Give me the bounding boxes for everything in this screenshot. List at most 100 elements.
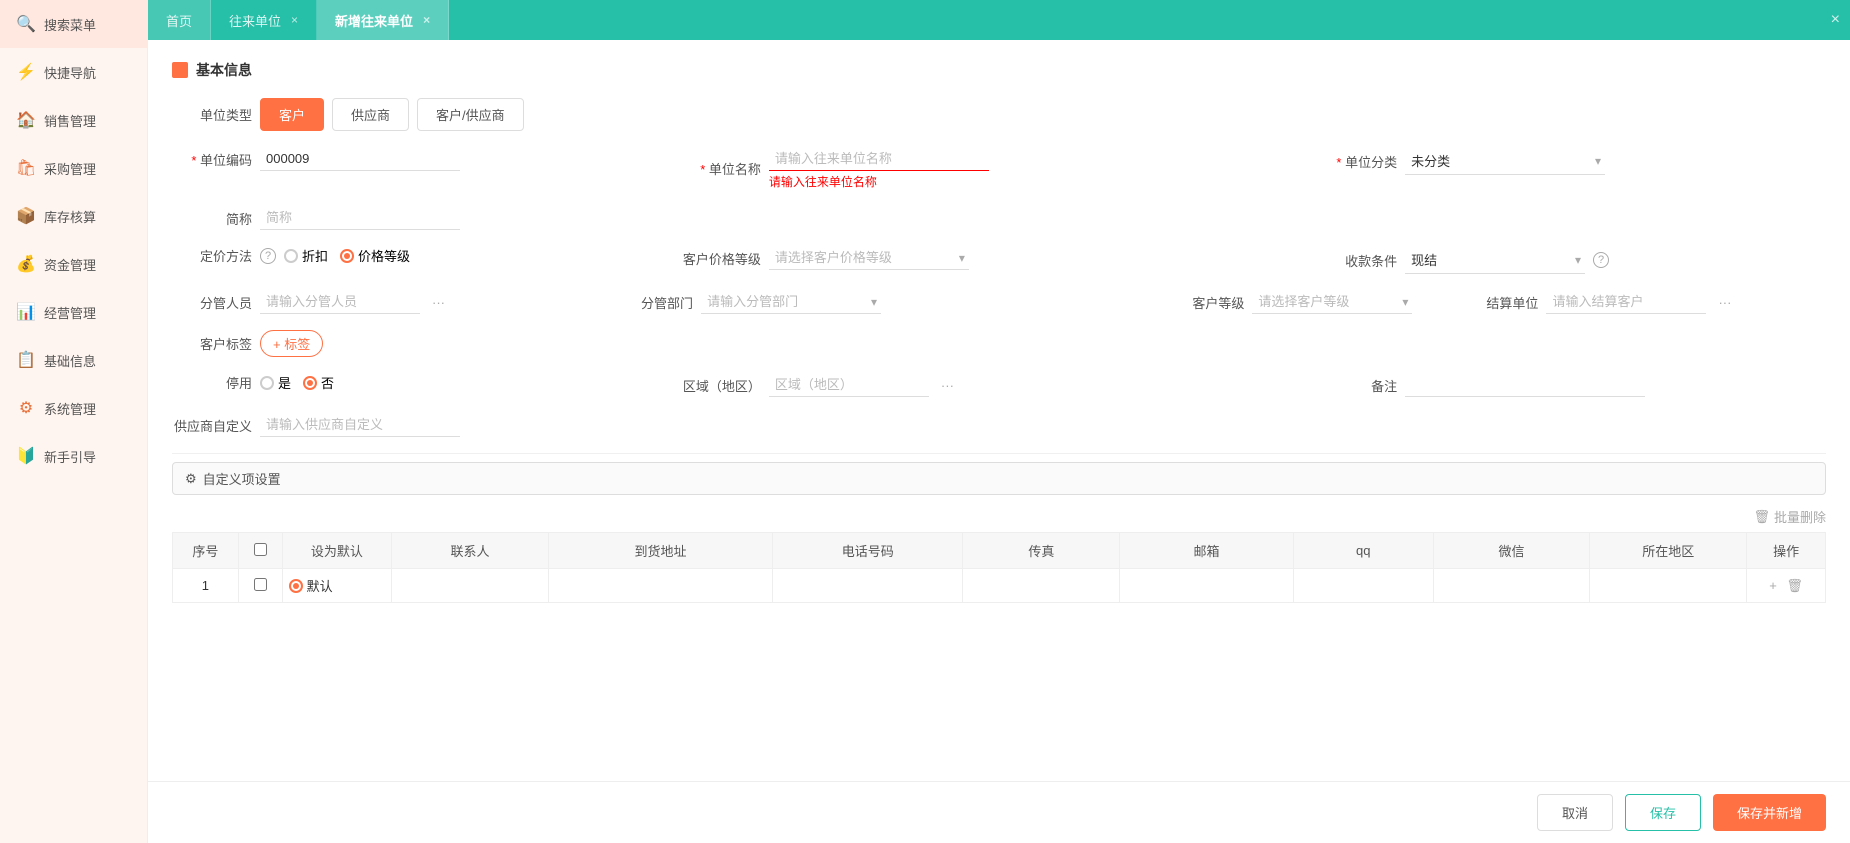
pricing-level-radio[interactable]: 价格等级 (340, 246, 410, 265)
contact-input[interactable] (430, 578, 510, 593)
payment-terms-label: 收款条件 (1317, 251, 1397, 270)
unit-category-chevron: ▾ (1595, 154, 1605, 168)
payment-terms-help-icon[interactable]: ? (1593, 252, 1609, 268)
sidebar-item-purchase[interactable]: 🛍 采购管理 (0, 144, 147, 192)
add-row-btn[interactable]: + (1769, 578, 1777, 593)
pricing-help-icon[interactable]: ? (260, 248, 276, 264)
qq-input[interactable] (1328, 578, 1398, 593)
sidebar-item-label: 新手引导 (44, 447, 96, 466)
region-more-btn[interactable]: ··· (937, 378, 958, 393)
tabbar: 首页 往来单位 × 新增往来单位 × × (148, 0, 1850, 40)
unit-name-field: 单位名称 请输入往来单位名称 (681, 147, 1317, 190)
region-label: 区域（地区） (681, 376, 761, 395)
custom-settings-label: 自定义项设置 (203, 469, 281, 488)
table-header-row: 序号 设为默认 联系人 到货地址 电话号码 传真 邮箱 qq 微信 所在地区 操… (173, 533, 1826, 569)
sidebar-item-label: 资金管理 (44, 255, 96, 274)
delete-row-btn[interactable]: 🗑 (1786, 578, 1803, 593)
phone-input[interactable] (818, 578, 918, 593)
cell-contact (392, 569, 549, 603)
custom-settings-btn[interactable]: ⚙ 自定义项设置 (172, 462, 1826, 495)
table-head: 序号 设为默认 联系人 到货地址 电话号码 传真 邮箱 qq 微信 所在地区 操… (173, 533, 1826, 569)
add-tag-btn[interactable]: + 标签 (260, 330, 323, 357)
sidebar-item-label: 搜索菜单 (44, 15, 96, 34)
payment-terms-select[interactable]: 现结 ▾ (1405, 246, 1585, 274)
disabled-no-radio[interactable]: 否 (303, 373, 334, 392)
tab-add-partner[interactable]: 新增往来单位 × (317, 0, 449, 40)
department-select[interactable]: ▾ (701, 290, 881, 314)
custom-settings-icon: ⚙ (185, 471, 197, 487)
col-address: 到货地址 (548, 533, 772, 569)
address-input[interactable] (600, 578, 720, 593)
sidebar-item-basic-info[interactable]: 📋 基础信息 (0, 336, 147, 384)
pricing-discount-radio[interactable]: 折扣 (284, 246, 328, 265)
sidebar-item-search[interactable]: 🔍 搜索菜单 (0, 0, 147, 48)
unit-name-input[interactable] (769, 147, 989, 171)
unit-type-both-btn[interactable]: 客户/供应商 (417, 98, 524, 131)
unit-type-label: 单位类型 (172, 105, 252, 124)
pricing-method-field: 定价方法 ? 折扣 价格等级 (172, 246, 681, 265)
settlement-unit-more-btn[interactable]: ··· (1714, 295, 1735, 310)
customer-level-input[interactable] (1252, 290, 1402, 313)
settlement-unit-input[interactable] (1546, 290, 1706, 314)
customer-price-level-input[interactable] (769, 246, 959, 269)
save-button[interactable]: 保存 (1625, 794, 1701, 831)
region-input[interactable] (769, 373, 929, 397)
save-new-button[interactable]: 保存并新增 (1713, 794, 1826, 831)
payment-terms-value: 现结 (1405, 246, 1575, 273)
department-field: 分管部门 ▾ (613, 290, 1164, 314)
inventory-icon: 📦 (16, 206, 36, 226)
batch-delete-icon: 🗑 (1753, 509, 1770, 525)
manager-label: 分管人员 (172, 293, 252, 312)
tab-partner-list[interactable]: 往来单位 × (211, 0, 317, 40)
notes-input[interactable] (1405, 373, 1645, 397)
col-action: 操作 (1747, 533, 1826, 569)
cell-default: 默认 (282, 569, 392, 603)
unit-type-customer-btn[interactable]: 客户 (260, 98, 324, 131)
system-icon: ⚙ (16, 398, 36, 418)
sidebar-item-operations[interactable]: 📊 经营管理 (0, 288, 147, 336)
disabled-yes-radio[interactable]: 是 (260, 373, 291, 392)
sidebar-item-system[interactable]: ⚙ 系统管理 (0, 384, 147, 432)
row-checkbox[interactable] (254, 578, 267, 591)
close-all-tabs[interactable]: × (1831, 11, 1840, 29)
sidebar-item-label: 经营管理 (44, 303, 96, 322)
purchase-icon: 🛍 (16, 158, 36, 178)
basic-info-icon: 📋 (16, 350, 36, 370)
unit-type-supplier-btn[interactable]: 供应商 (332, 98, 409, 131)
batch-delete-label[interactable]: 批量删除 (1774, 507, 1826, 526)
department-input[interactable] (701, 290, 871, 313)
sidebar-item-quick-nav[interactable]: ⚡ 快捷导航 (0, 48, 147, 96)
unit-type-buttons: 客户 供应商 客户/供应商 (260, 98, 524, 131)
sidebar-item-inventory[interactable]: 📦 库存核算 (0, 192, 147, 240)
unit-code-input[interactable] (260, 147, 460, 171)
tab-home[interactable]: 首页 (148, 0, 211, 40)
unit-category-select[interactable]: 未分类 ▾ (1405, 147, 1605, 175)
manager-row: 分管人员 ··· 分管部门 ▾ 客户等级 ▾ 结算单位 (172, 290, 1826, 314)
col-check (238, 533, 282, 569)
default-radio[interactable]: 默认 (289, 576, 386, 595)
sidebar-item-sales[interactable]: 🏠 销售管理 (0, 96, 147, 144)
manager-more-btn[interactable]: ··· (428, 295, 449, 310)
short-name-field: 简称 (172, 206, 1826, 230)
tab-add-partner-close[interactable]: × (423, 13, 430, 27)
customer-price-level-select[interactable]: ▾ (769, 246, 969, 270)
sidebar-item-new-guide[interactable]: 🔰 新手引导 (0, 432, 147, 480)
unit-type-field: 单位类型 客户 供应商 客户/供应商 (172, 98, 1826, 131)
short-name-row: 简称 (172, 206, 1826, 230)
sidebar: 🔍 搜索菜单 ⚡ 快捷导航 🏠 销售管理 🛍 采购管理 📦 库存核算 💰 资金管… (0, 0, 148, 843)
short-name-input[interactable] (260, 206, 460, 230)
customer-level-label: 客户等级 (1164, 293, 1244, 312)
disabled-label: 停用 (172, 373, 252, 392)
sidebar-item-finance[interactable]: 💰 资金管理 (0, 240, 147, 288)
tab-partner-list-close[interactable]: × (291, 13, 298, 27)
wechat-input[interactable] (1472, 578, 1552, 593)
cancel-button[interactable]: 取消 (1537, 794, 1613, 831)
manager-input[interactable] (260, 290, 420, 314)
email-input[interactable] (1162, 578, 1252, 593)
supplier-custom-input[interactable] (260, 413, 460, 437)
fax-input[interactable] (1001, 578, 1081, 593)
customer-level-select[interactable]: ▾ (1252, 290, 1412, 314)
region-table-input[interactable] (1628, 578, 1708, 593)
col-region: 所在地区 (1590, 533, 1747, 569)
select-all-checkbox[interactable] (254, 543, 267, 556)
